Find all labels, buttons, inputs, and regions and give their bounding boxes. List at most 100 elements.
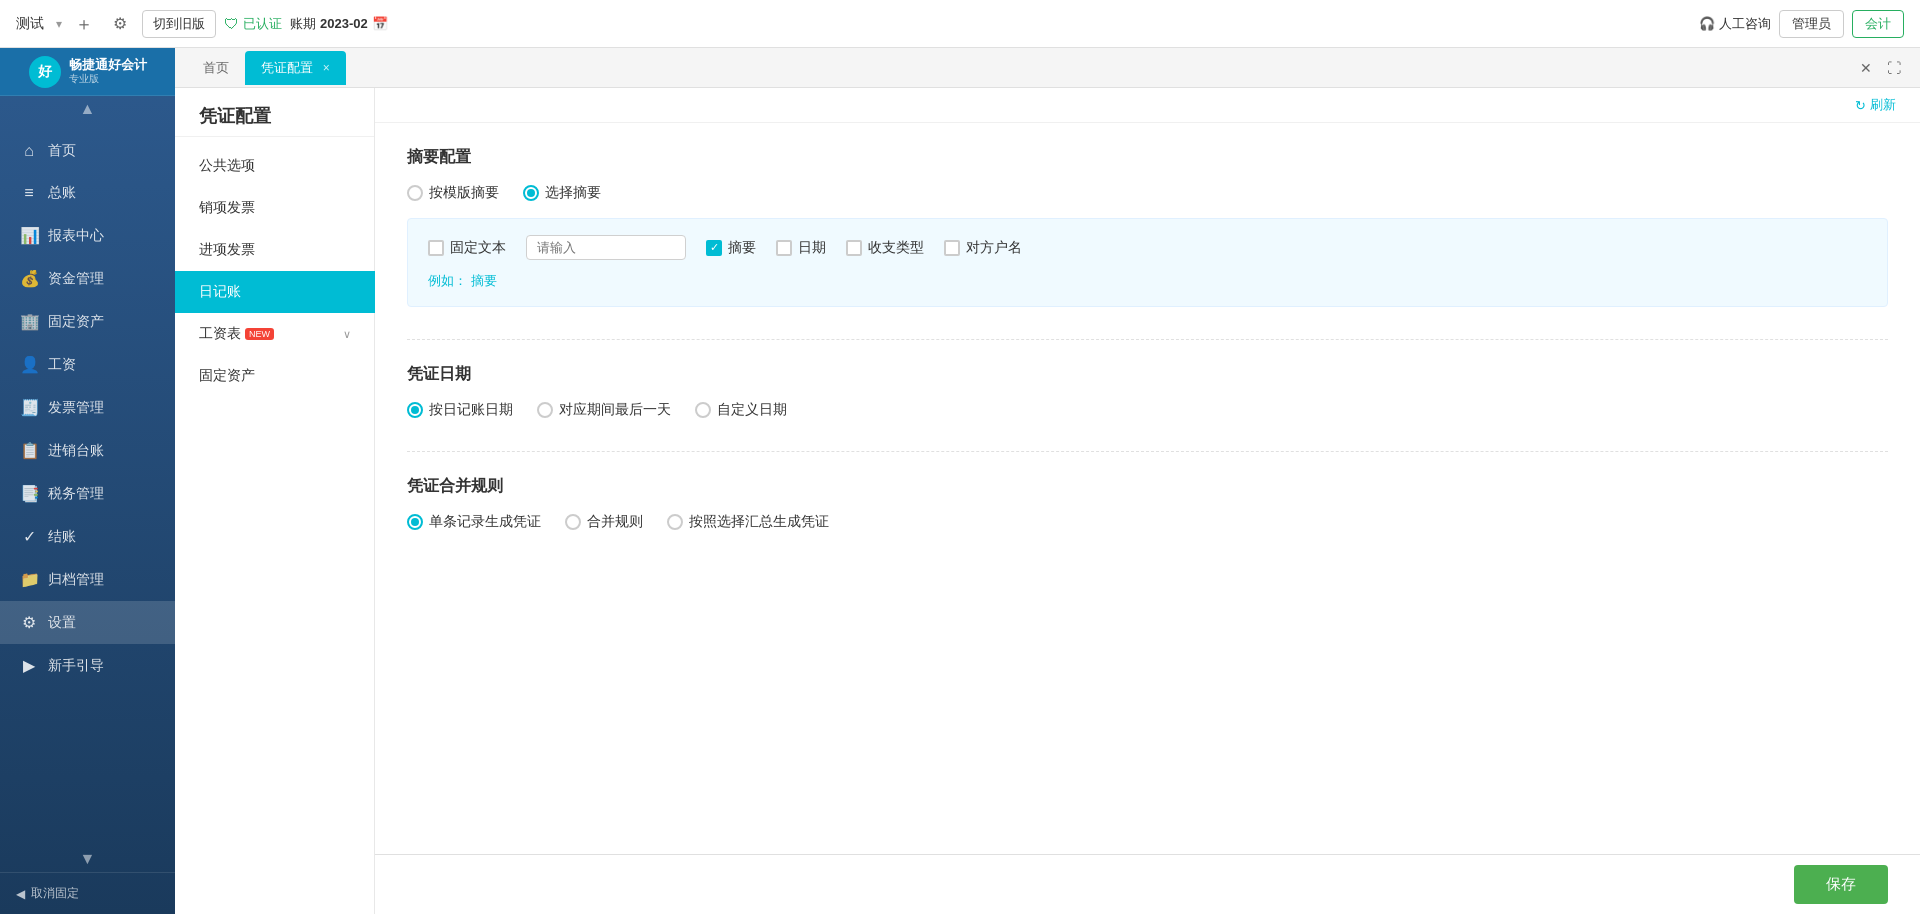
sidebar-item-invoice[interactable]: 🧾 发票管理 (0, 386, 175, 429)
archive-icon: 📁 (20, 570, 38, 589)
topbar-chevron-icon[interactable]: ▾ (56, 17, 62, 31)
radio-journal-date[interactable]: 按日记账日期 (407, 401, 513, 419)
save-button[interactable]: 保存 (1794, 865, 1888, 904)
radio-single-record[interactable]: 单条记录生成凭证 (407, 513, 541, 531)
left-nav-purchase-invoice[interactable]: 进项发票 (175, 229, 375, 271)
sidebar-item-guide[interactable]: ▶ 新手引导 (0, 644, 175, 687)
tab-close-icon[interactable]: × (323, 61, 330, 75)
left-nav-payroll[interactable]: 工资表 NEW ∨ (175, 313, 375, 355)
left-nav-diary[interactable]: 日记账 (175, 271, 375, 313)
sidebar-nav: ⌂ 首页 ≡ 总账 📊 报表中心 💰 资金管理 🏢 固定资产 👤 工资 (0, 122, 175, 846)
right-content: 摘要配置 按模版摘要 选择摘要 (375, 123, 1920, 854)
tab-voucher-config[interactable]: 凭证配置 × (245, 51, 346, 85)
summary-radio-group: 按模版摘要 选择摘要 (407, 184, 1888, 202)
custom-date-circle (695, 402, 711, 418)
admin-button[interactable]: 管理员 (1779, 10, 1844, 38)
tab-bar-expand-button[interactable]: ⛶ (1880, 54, 1908, 82)
home-icon: ⌂ (20, 142, 38, 160)
sidebar-item-label: 资金管理 (48, 270, 104, 288)
refresh-button[interactable]: ↻ 刷新 (1855, 96, 1896, 114)
logo-icon: 好 (29, 56, 61, 88)
checkbox-counterpart[interactable]: 对方户名 (944, 239, 1022, 257)
sidebar-item-label: 进销台账 (48, 442, 104, 460)
switch-old-button[interactable]: 切到旧版 (142, 10, 216, 38)
date-checkbox (776, 240, 792, 256)
radio-select-circle (523, 185, 539, 201)
sidebar-item-label: 报表中心 (48, 227, 104, 245)
radio-select-summary[interactable]: 选择摘要 (523, 184, 601, 202)
radio-aggregate[interactable]: 按照选择汇总生成凭证 (667, 513, 829, 531)
sidebar-item-ledger[interactable]: ≡ 总账 (0, 172, 175, 214)
sidebar-item-archive[interactable]: 📁 归档管理 (0, 558, 175, 601)
left-nav-fixed-assets[interactable]: 固定资产 (175, 355, 375, 397)
tab-home[interactable]: 首页 (187, 51, 245, 85)
page-title: 凭证配置 (199, 104, 271, 128)
summary-config-section: 摘要配置 按模版摘要 选择摘要 (407, 147, 1888, 307)
sidebar-item-home[interactable]: ⌂ 首页 (0, 130, 175, 172)
radio-template-circle (407, 185, 423, 201)
sidebar-item-close[interactable]: ✓ 结账 (0, 515, 175, 558)
sidebar-item-label: 结账 (48, 528, 76, 546)
assets-icon: 🏢 (20, 312, 38, 331)
sidebar-item-label: 归档管理 (48, 571, 104, 589)
tax-icon: 📑 (20, 484, 38, 503)
summary-config-title: 摘要配置 (407, 147, 1888, 168)
voucher-merge-section: 凭证合并规则 单条记录生成凭证 合并规则 (407, 476, 1888, 531)
aggregate-circle (667, 514, 683, 530)
sidebar-item-label: 总账 (48, 184, 76, 202)
new-badge: NEW (245, 328, 274, 340)
journal-date-circle (407, 402, 423, 418)
sidebar-item-report[interactable]: 📊 报表中心 (0, 214, 175, 257)
sidebar-item-assets[interactable]: 🏢 固定资产 (0, 300, 175, 343)
summary-options-row: 固定文本 摘要 日期 (428, 235, 1867, 260)
topbar-title: 测试 (16, 15, 44, 33)
radio-template-summary[interactable]: 按模版摘要 (407, 184, 499, 202)
sidebar-item-label: 工资 (48, 356, 76, 374)
sidebar-scroll-down[interactable]: ▼ (0, 846, 175, 872)
checkbox-fixed-text[interactable]: 固定文本 (428, 239, 506, 257)
guide-icon: ▶ (20, 656, 38, 675)
certified-status: 🛡 已认证 (224, 15, 282, 33)
left-nav-sales-invoice[interactable]: 销项发票 (175, 187, 375, 229)
ledger-icon: ≡ (20, 184, 38, 202)
cancel-pin-button[interactable]: ◀ 取消固定 (0, 872, 175, 914)
counterpart-checkbox (944, 240, 960, 256)
page-layout: 凭证配置 公共选项 销项发票 进项发票 日记账 (175, 88, 1920, 914)
fund-icon: 💰 (20, 269, 38, 288)
radio-merge-rule[interactable]: 合并规则 (565, 513, 643, 531)
report-icon: 📊 (20, 226, 38, 245)
sidebar: 好 畅捷通好会计 专业版 ▲ ⌂ 首页 ≡ 总账 📊 报表中心 💰 资金管理 (0, 48, 175, 914)
checkbox-summary[interactable]: 摘要 (706, 239, 756, 257)
tab-bar-close-button[interactable]: ✕ (1852, 54, 1880, 82)
refresh-icon: ↻ (1855, 98, 1866, 113)
calendar-icon[interactable]: 📅 (372, 16, 388, 31)
topbar-settings-icon[interactable]: ⚙ (106, 10, 134, 38)
sidebar-item-tax[interactable]: 📑 税务管理 (0, 472, 175, 515)
salary-icon: 👤 (20, 355, 38, 374)
sidebar-logo: 好 畅捷通好会计 专业版 (0, 48, 175, 96)
sidebar-scroll-up[interactable]: ▲ (0, 96, 175, 122)
divider-1 (407, 339, 1888, 340)
radio-custom-date[interactable]: 自定义日期 (695, 401, 787, 419)
fixed-text-input[interactable] (526, 235, 686, 260)
sidebar-item-trade[interactable]: 📋 进销台账 (0, 429, 175, 472)
sidebar-item-salary[interactable]: 👤 工资 (0, 343, 175, 386)
radio-period-last-day[interactable]: 对应期间最后一天 (537, 401, 671, 419)
content-area: 首页 凭证配置 × ✕ ⛶ 凭证配置 公共选项 (175, 48, 1920, 914)
help-button[interactable]: 🎧 人工咨询 (1699, 15, 1771, 33)
checkbox-income-type[interactable]: 收支类型 (846, 239, 924, 257)
sidebar-item-fund[interactable]: 💰 资金管理 (0, 257, 175, 300)
accountant-button[interactable]: 会计 (1852, 10, 1904, 38)
voucher-date-radio-group: 按日记账日期 对应期间最后一天 自定义日期 (407, 401, 1888, 419)
sidebar-item-label: 发票管理 (48, 399, 104, 417)
sidebar-item-settings[interactable]: ⚙ 设置 (0, 601, 175, 644)
example-row: 例如： 摘要 (428, 272, 1867, 290)
topbar-add-icon[interactable]: ＋ (70, 10, 98, 38)
period-label: 账期 2023-02 📅 (290, 15, 388, 33)
sidebar-item-label: 新手引导 (48, 657, 104, 675)
tab-bar: 首页 凭证配置 × ✕ ⛶ (175, 48, 1920, 88)
sidebar-item-label: 税务管理 (48, 485, 104, 503)
merge-rule-circle (565, 514, 581, 530)
checkbox-date[interactable]: 日期 (776, 239, 826, 257)
left-nav-public[interactable]: 公共选项 (175, 145, 375, 187)
